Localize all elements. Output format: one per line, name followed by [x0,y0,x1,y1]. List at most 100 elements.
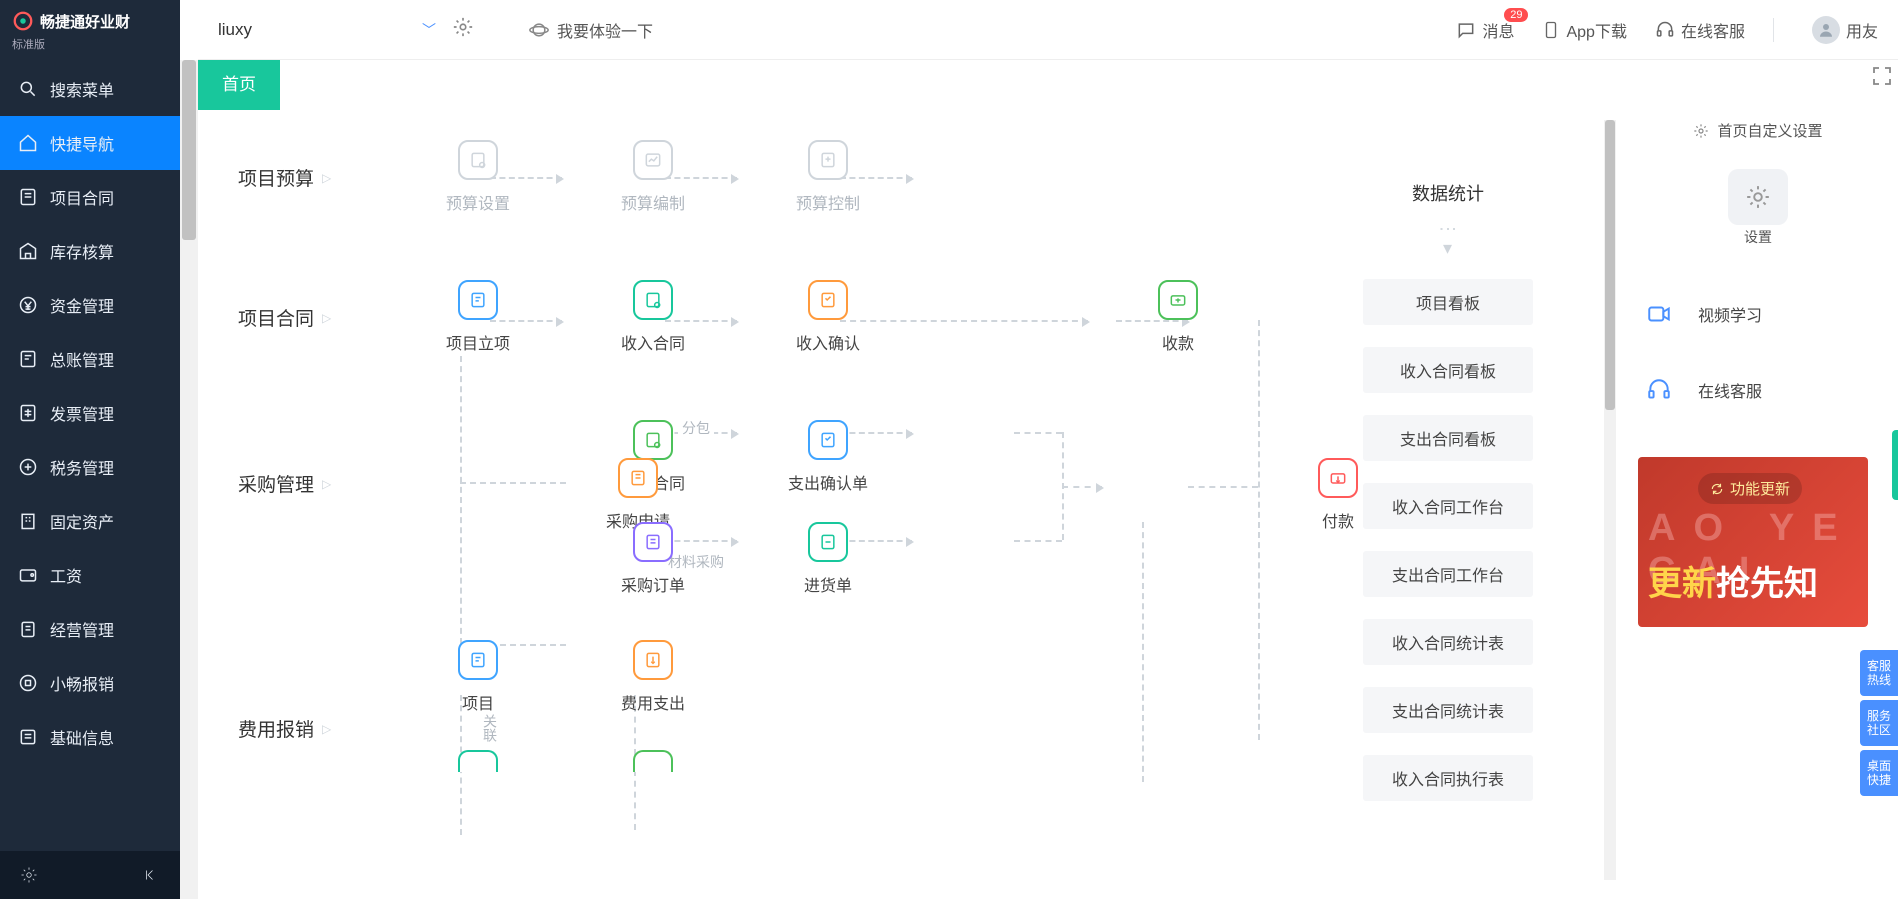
sidebar-label: 项目合同 [50,185,114,209]
main-content: 项目预算▷ 预算设置 预算编制 预算控制 项目合同▷ 项目立项 收入合同 收入确… [198,110,1618,899]
stats-btn-expense-board[interactable]: 支出合同看板 [1363,415,1533,461]
node-goods-receipt[interactable]: 进货单 [788,522,868,596]
app-edition: 标准版 [0,36,180,62]
node-extra-1[interactable] [438,750,518,772]
sidebar-item-management[interactable]: 经营管理 [0,602,180,656]
float-hotline[interactable]: 客服热线 [1860,650,1898,696]
file-icon [18,187,38,207]
fullscreen-button[interactable] [1870,64,1894,93]
refresh-icon [1710,482,1724,496]
app-logo: 畅捷通好业财 [0,0,180,36]
sidebar-label: 固定资产 [50,509,114,533]
tab-home[interactable]: 首页 [198,60,280,110]
triangle-icon: ▷ [322,171,331,185]
stats-btn-income-workbench[interactable]: 收入合同工作台 [1363,483,1533,529]
custom-settings-header: 首页自定义设置 [1638,120,1878,141]
stats-title: 数据统计 [1412,180,1484,206]
org-switcher[interactable]: liuxy ﹀ [218,20,436,40]
node-budget-control[interactable]: 预算控制 [788,140,868,214]
stats-btn-income-stats[interactable]: 收入合同统计表 [1363,619,1533,665]
node-income-contract[interactable]: 收入合同 [613,280,693,354]
settings-button[interactable] [452,16,474,43]
sidebar-label: 发票管理 [50,401,114,425]
info-icon [18,727,38,747]
topbar: liuxy ﹀ 我要体验一下 消息 29 App下载 在线客服 用友 [198,0,1898,60]
node-purchase-order[interactable]: 采购订单 [613,522,693,596]
logo-icon [12,10,34,32]
settings-card[interactable] [1728,169,1788,225]
float-desktop[interactable]: 桌面快捷 [1860,750,1898,796]
support-button[interactable]: 在线客服 [1655,18,1745,42]
sidebar-item-reimburse[interactable]: 小畅报销 [0,656,180,710]
download-button[interactable]: App下载 [1542,18,1626,42]
phone-icon [1542,20,1560,40]
page-scrollbar[interactable] [180,60,198,899]
node-extra-2[interactable] [613,750,693,772]
yen-icon [18,295,38,315]
triangle-icon: ▷ [322,722,331,736]
online-support-link[interactable]: 在线客服 [1638,361,1878,419]
stats-btn-expense-workbench[interactable]: 支出合同工作台 [1363,551,1533,597]
right-panel: 首页自定义设置 设置 视频学习 在线客服 功能更新 AO YE CAI 更新抢先… [1618,120,1898,627]
home-icon [18,133,38,153]
sidebar-label: 总账管理 [50,347,114,371]
warehouse-icon [18,241,38,261]
video-learning-link[interactable]: 视频学习 [1638,285,1878,343]
sidebar-item-search[interactable]: 搜索菜单 [0,62,180,116]
sidebar-label: 税务管理 [50,455,114,479]
node-purchase-request[interactable]: 采购申请 [598,458,678,532]
invoice-icon [18,403,38,423]
section-title: 费用报销▷ [238,715,331,742]
sidebar-item-ledger[interactable]: 总账管理 [0,332,180,386]
node-budget-setting[interactable]: 预算设置 [438,140,518,214]
node-expense-out[interactable]: 费用支出 [613,640,693,714]
triangle-icon: ▷ [322,477,331,491]
support-label: 在线客服 [1681,18,1745,42]
sidebar-label: 快捷导航 [50,131,114,155]
trial-link[interactable]: 我要体验一下 [529,18,653,42]
messages-button[interactable]: 消息 29 [1456,18,1514,42]
sidebar-item-assets[interactable]: 固定资产 [0,494,180,548]
stats-btn-project-board[interactable]: 项目看板 [1363,279,1533,325]
sidebar-item-invoice[interactable]: 发票管理 [0,386,180,440]
app-name: 畅捷通好业财 [40,11,130,32]
sidebar-item-contract[interactable]: 项目合同 [0,170,180,224]
sidebar-item-salary[interactable]: 工资 [0,548,180,602]
collapse-icon[interactable] [142,866,160,884]
stats-btn-income-board[interactable]: 收入合同看板 [1363,347,1533,393]
promo-headline: 更新抢先知 [1648,556,1818,605]
promo-card[interactable]: 功能更新 AO YE CAI 更新抢先知 先知 03月06日 [1638,457,1868,627]
node-project[interactable]: 项目 [438,640,518,714]
arrow-down-icon: ⋮▾ [1437,220,1459,259]
sidebar-item-quicknav[interactable]: 快捷导航 [0,116,180,170]
user-menu[interactable]: 用友 [1802,16,1878,44]
node-expense-confirm[interactable]: 支出确认单 [788,420,868,494]
float-community[interactable]: 服务社区 [1860,700,1898,746]
org-name: liuxy [218,20,252,40]
gear-icon[interactable] [20,866,38,884]
stats-btn-income-exec[interactable]: 收入合同执行表 [1363,755,1533,801]
section-title: 项目合同▷ [238,304,331,331]
sidebar-item-inventory[interactable]: 库存核算 [0,224,180,278]
side-tab-handle[interactable] [1892,430,1898,500]
node-project-init[interactable]: 项目立项 [438,280,518,354]
node-income-confirm[interactable]: 收入确认 [788,280,868,354]
node-budget-compile[interactable]: 预算编制 [613,140,693,214]
gear-icon [1693,123,1709,139]
sidebar-item-baseinfo[interactable]: 基础信息 [0,710,180,764]
node-receipt[interactable]: 收款 [1138,280,1218,354]
topbar-right: 消息 29 App下载 在线客服 用友 [1456,16,1878,44]
stats-btn-expense-stats[interactable]: 支出合同统计表 [1363,687,1533,733]
divider [1773,18,1774,42]
sidebar-item-tax[interactable]: 税务管理 [0,440,180,494]
sidebar-label: 资金管理 [50,293,114,317]
headset-icon [1644,375,1674,405]
sidebar-label: 经营管理 [50,617,114,641]
sidebar-label: 小畅报销 [50,671,114,695]
sidebar: 畅捷通好业财 标准版 搜索菜单 快捷导航 项目合同 库存核算 资金管理 总账管理… [0,0,180,899]
sidebar-label: 工资 [50,563,82,587]
building-icon [18,511,38,531]
section-title: 采购管理▷ [238,470,331,497]
avatar-icon [1812,16,1840,44]
sidebar-item-funds[interactable]: 资金管理 [0,278,180,332]
